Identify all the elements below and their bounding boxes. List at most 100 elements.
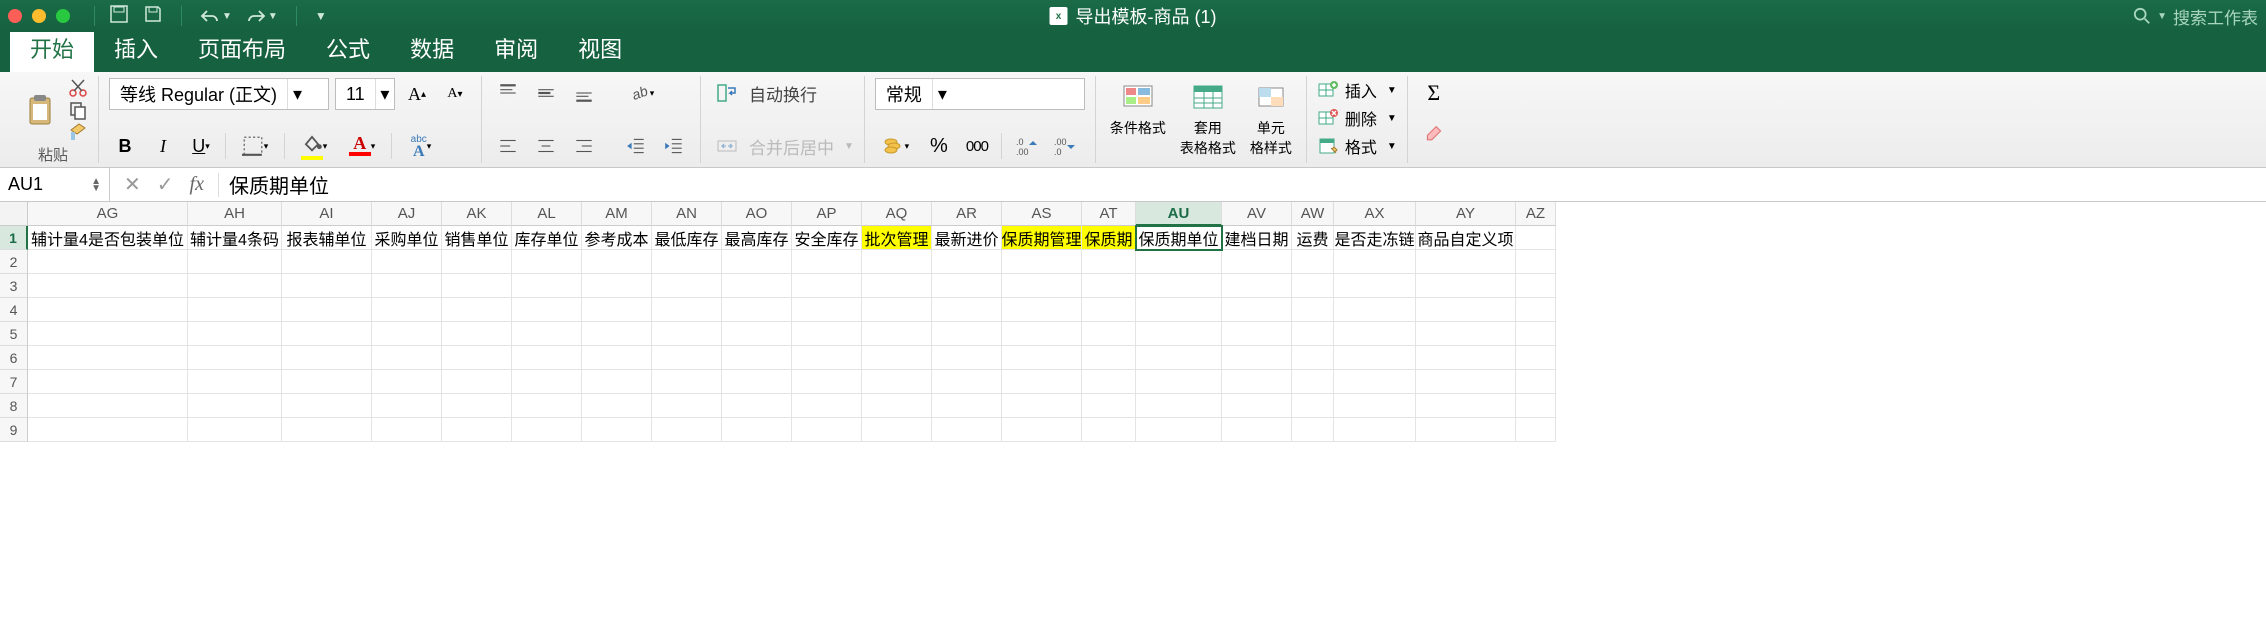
cell-AZ9[interactable] bbox=[1516, 418, 1556, 442]
row-header-6[interactable]: 6 bbox=[0, 346, 28, 370]
cell-AY9[interactable] bbox=[1416, 418, 1516, 442]
cell-AU8[interactable] bbox=[1136, 394, 1222, 418]
cell-AI5[interactable] bbox=[282, 322, 372, 346]
col-header-AH[interactable]: AH bbox=[188, 202, 282, 226]
cell-AG5[interactable] bbox=[28, 322, 188, 346]
spreadsheet-grid[interactable]: AGAHAIAJAKALAMANAOAPAQARASATAUAVAWAXAYAZ… bbox=[0, 202, 2266, 442]
cell-AY3[interactable] bbox=[1416, 274, 1516, 298]
cell-AZ4[interactable] bbox=[1516, 298, 1556, 322]
cell-AG4[interactable] bbox=[28, 298, 188, 322]
cell-AM6[interactable] bbox=[582, 346, 652, 370]
cell-AP3[interactable] bbox=[792, 274, 862, 298]
row-header-9[interactable]: 9 bbox=[0, 418, 28, 442]
col-header-AT[interactable]: AT bbox=[1082, 202, 1136, 226]
search-box[interactable]: ▼ 搜索工作表 bbox=[2133, 4, 2258, 29]
customize-qat-icon[interactable]: ▼ bbox=[315, 9, 327, 23]
cell-AS7[interactable] bbox=[1002, 370, 1082, 394]
cell-AX3[interactable] bbox=[1334, 274, 1416, 298]
cell-AR6[interactable] bbox=[932, 346, 1002, 370]
cell-AW6[interactable] bbox=[1292, 346, 1334, 370]
cell-AT2[interactable] bbox=[1082, 250, 1136, 274]
redo-icon[interactable]: ▼ bbox=[246, 8, 278, 24]
format-cells-button[interactable]: 格式▼ bbox=[1317, 134, 1397, 158]
cell-AY2[interactable] bbox=[1416, 250, 1516, 274]
cell-AN9[interactable] bbox=[652, 418, 722, 442]
row-header-8[interactable]: 8 bbox=[0, 394, 28, 418]
cell-AR1[interactable]: 最新进价 bbox=[932, 226, 1002, 250]
cell-AO7[interactable] bbox=[722, 370, 792, 394]
cell-AM4[interactable] bbox=[582, 298, 652, 322]
cell-AJ4[interactable] bbox=[372, 298, 442, 322]
cell-AH4[interactable] bbox=[188, 298, 282, 322]
cell-AQ3[interactable] bbox=[862, 274, 932, 298]
cell-AW7[interactable] bbox=[1292, 370, 1334, 394]
cell-AP6[interactable] bbox=[792, 346, 862, 370]
cell-AJ3[interactable] bbox=[372, 274, 442, 298]
cell-AI8[interactable] bbox=[282, 394, 372, 418]
cell-AN3[interactable] bbox=[652, 274, 722, 298]
cell-AX9[interactable] bbox=[1334, 418, 1416, 442]
format-as-table-button[interactable]: 套用 表格格式 bbox=[1176, 78, 1240, 160]
comma-format-button[interactable]: 000 bbox=[961, 131, 993, 161]
cell-AT9[interactable] bbox=[1082, 418, 1136, 442]
delete-cells-button[interactable]: 删除▼ bbox=[1317, 106, 1397, 130]
maximize-window-button[interactable] bbox=[56, 9, 70, 23]
cell-AX5[interactable] bbox=[1334, 322, 1416, 346]
undo-icon[interactable]: ▼ bbox=[200, 8, 232, 24]
decrease-decimal-button[interactable]: .00.0 bbox=[1048, 131, 1080, 161]
cell-AK5[interactable] bbox=[442, 322, 512, 346]
col-header-AP[interactable]: AP bbox=[792, 202, 862, 226]
cell-AQ9[interactable] bbox=[862, 418, 932, 442]
cell-AR4[interactable] bbox=[932, 298, 1002, 322]
cell-AQ8[interactable] bbox=[862, 394, 932, 418]
cell-AU9[interactable] bbox=[1136, 418, 1222, 442]
tab-页面布局[interactable]: 页面布局 bbox=[178, 26, 306, 72]
cut-icon[interactable] bbox=[68, 78, 88, 98]
cell-AY4[interactable] bbox=[1416, 298, 1516, 322]
cell-AS4[interactable] bbox=[1002, 298, 1082, 322]
autosum-button[interactable]: Σ bbox=[1418, 78, 1450, 108]
cell-AL3[interactable] bbox=[512, 274, 582, 298]
align-left-icon[interactable] bbox=[492, 131, 524, 161]
cell-AP9[interactable] bbox=[792, 418, 862, 442]
decrease-font-icon[interactable]: A▾ bbox=[439, 79, 471, 109]
cell-AI2[interactable] bbox=[282, 250, 372, 274]
cell-AK3[interactable] bbox=[442, 274, 512, 298]
cell-AS6[interactable] bbox=[1002, 346, 1082, 370]
cell-AM2[interactable] bbox=[582, 250, 652, 274]
close-window-button[interactable] bbox=[8, 9, 22, 23]
cell-AY5[interactable] bbox=[1416, 322, 1516, 346]
cell-AL8[interactable] bbox=[512, 394, 582, 418]
row-header-3[interactable]: 3 bbox=[0, 274, 28, 298]
row-header-7[interactable]: 7 bbox=[0, 370, 28, 394]
cell-AX6[interactable] bbox=[1334, 346, 1416, 370]
col-header-AO[interactable]: AO bbox=[722, 202, 792, 226]
cell-AP5[interactable] bbox=[792, 322, 862, 346]
cell-AU1[interactable]: 保质期单位 bbox=[1136, 226, 1222, 250]
cell-AJ7[interactable] bbox=[372, 370, 442, 394]
cell-AU2[interactable] bbox=[1136, 250, 1222, 274]
cell-AK9[interactable] bbox=[442, 418, 512, 442]
cell-AR8[interactable] bbox=[932, 394, 1002, 418]
conditional-format-button[interactable]: 条件格式 bbox=[1106, 78, 1170, 140]
tab-插入[interactable]: 插入 bbox=[94, 26, 178, 72]
underline-button[interactable]: U▾ bbox=[185, 131, 217, 161]
cell-AM9[interactable] bbox=[582, 418, 652, 442]
cell-AK8[interactable] bbox=[442, 394, 512, 418]
borders-button[interactable]: ▾ bbox=[234, 131, 276, 161]
cell-AJ1[interactable]: 采购单位 bbox=[372, 226, 442, 250]
cell-AJ9[interactable] bbox=[372, 418, 442, 442]
align-right-icon[interactable] bbox=[568, 131, 600, 161]
cell-AZ3[interactable] bbox=[1516, 274, 1556, 298]
wrap-text-icon[interactable] bbox=[711, 78, 743, 108]
cell-AN8[interactable] bbox=[652, 394, 722, 418]
cell-AU4[interactable] bbox=[1136, 298, 1222, 322]
formula-input[interactable] bbox=[219, 168, 2266, 201]
font-name-dropdown[interactable]: 等线 Regular (正文)▾ bbox=[109, 78, 329, 110]
align-center-icon[interactable] bbox=[530, 131, 562, 161]
format-painter-icon[interactable] bbox=[68, 122, 88, 142]
cell-AX8[interactable] bbox=[1334, 394, 1416, 418]
cell-AW3[interactable] bbox=[1292, 274, 1334, 298]
orientation-button[interactable]: ab▾ bbox=[620, 78, 662, 108]
col-header-AM[interactable]: AM bbox=[582, 202, 652, 226]
